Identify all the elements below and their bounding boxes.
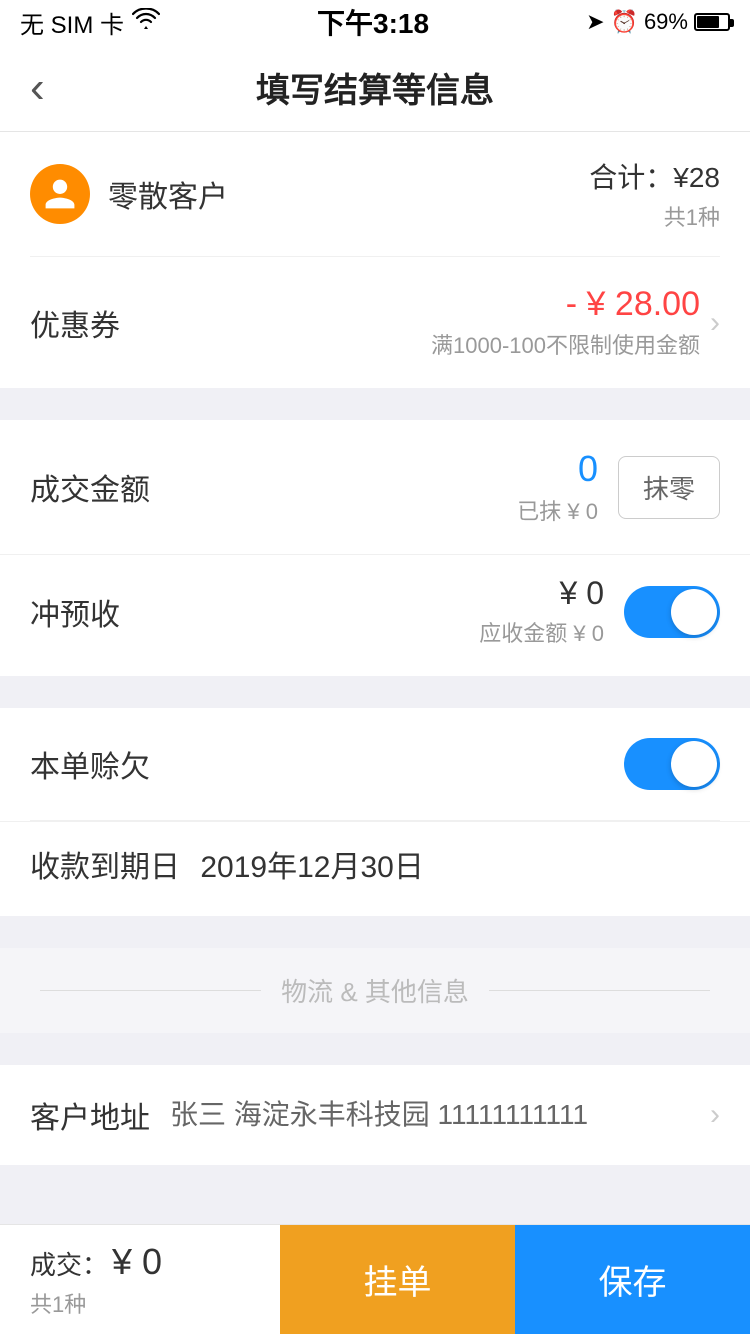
prepay-receivable: 应收金额 ¥ 0 — [479, 616, 604, 648]
prepay-label: 冲预收 — [30, 590, 120, 634]
wifi-icon — [132, 8, 160, 36]
debt-toggle-knob — [671, 741, 717, 787]
address-left: 客户地址 张三 海淀永丰科技园 11111111111 — [30, 1093, 710, 1137]
coupon-amount: - ¥ 28.00 — [431, 285, 700, 324]
deal-right: 0 已抹 ¥ 0 抹零 — [517, 448, 720, 526]
due-date-row: 收款到期日 2019年12月30日 — [0, 821, 750, 916]
debt-label: 本单赊欠 — [30, 742, 150, 786]
gray-separator-3 — [0, 932, 750, 948]
logistics-line-left — [40, 990, 261, 991]
status-right: ➤ ⏰ 69% — [586, 9, 730, 35]
alarm-icon: ⏰ — [611, 9, 638, 35]
prepay-amount: ¥ 0 — [479, 575, 604, 612]
bottom-deal-count: 共1种 — [30, 1287, 250, 1319]
gray-separator-4 — [0, 1049, 750, 1065]
bottom-deal-row: 成交： ¥ 0 — [30, 1241, 250, 1283]
customer-section: 零散客户 合计：¥28 共1种 优惠券 - ¥ 28.00 满1000-100不… — [0, 132, 750, 388]
status-left: 无 SIM 卡 — [20, 5, 160, 40]
deal-amount-wrapper: 0 已抹 ¥ 0 — [517, 448, 598, 526]
back-button[interactable]: ‹ — [30, 63, 45, 113]
prepay-right: ¥ 0 应收金额 ¥ 0 — [479, 575, 720, 648]
back-arrow-icon: ‹ — [30, 63, 45, 113]
content: 零散客户 合计：¥28 共1种 优惠券 - ¥ 28.00 满1000-100不… — [0, 132, 750, 1301]
location-icon: ➤ — [586, 9, 604, 35]
logistics-label-wrapper: 物流 & 其他信息 — [261, 972, 489, 1009]
coupon-right: - ¥ 28.00 满1000-100不限制使用金额 › — [431, 285, 720, 360]
deal-amount-row: 成交金额 0 已抹 ¥ 0 抹零 — [0, 420, 750, 554]
address-value: 张三 海淀永丰科技园 11111111111 — [170, 1093, 710, 1133]
due-date-label: 收款到期日 — [30, 851, 180, 884]
debt-row: 本单赊欠 — [0, 708, 750, 820]
round-button[interactable]: 抹零 — [618, 456, 720, 519]
prepay-toggle[interactable] — [624, 586, 720, 638]
deal-section: 成交金额 0 已抹 ¥ 0 抹零 冲预收 ¥ 0 应收金额 ¥ 0 — [0, 420, 750, 676]
coupon-row[interactable]: 优惠券 - ¥ 28.00 满1000-100不限制使用金额 › — [0, 257, 750, 388]
address-row[interactable]: 客户地址 张三 海淀永丰科技园 11111111111 › — [0, 1065, 750, 1165]
customer-right: 合计：¥28 共1种 — [589, 156, 720, 232]
deal-discounted: 已抹 ¥ 0 — [517, 494, 598, 526]
gray-separator-1 — [0, 404, 750, 420]
customer-name: 零散客户 — [108, 172, 228, 216]
bottom-deal-info: 成交： ¥ 0 共1种 — [0, 1241, 280, 1319]
total-label: 合计：¥28 — [589, 156, 720, 196]
save-button[interactable]: 保存 — [515, 1225, 750, 1334]
address-key-label: 客户地址 — [30, 1093, 150, 1137]
sim-label: 无 SIM 卡 — [20, 5, 124, 40]
prepay-amount-wrapper: ¥ 0 应收金额 ¥ 0 — [479, 575, 604, 648]
hold-button-label: 挂单 — [364, 1255, 432, 1304]
avatar — [30, 164, 90, 224]
battery-icon — [694, 13, 730, 31]
hold-button[interactable]: 挂单 — [280, 1225, 515, 1334]
chevron-right-icon: › — [710, 306, 720, 340]
logistics-line-right — [489, 990, 710, 991]
coupon-desc: 满1000-100不限制使用金额 — [431, 328, 700, 360]
address-chevron-icon: › — [710, 1098, 720, 1132]
coupon-label: 优惠券 — [30, 301, 120, 345]
customer-row: 零散客户 合计：¥28 共1种 — [0, 132, 750, 256]
save-button-label: 保存 — [599, 1255, 667, 1304]
customer-left: 零散客户 — [30, 164, 228, 224]
logistics-section: 物流 & 其他信息 — [0, 948, 750, 1033]
logistics-label: 物流 & 其他信息 — [281, 977, 469, 1007]
nav-bar: ‹ 填写结算等信息 — [0, 44, 750, 132]
due-date-value: 2019年12月30日 — [200, 851, 423, 884]
page-title: 填写结算等信息 — [256, 63, 494, 112]
debt-toggle[interactable] — [624, 738, 720, 790]
person-icon — [42, 176, 78, 212]
bottom-deal-amount: ¥ 0 — [112, 1241, 162, 1283]
deal-amount-value: 0 — [517, 448, 598, 490]
bottom-deal-label: 成交： — [30, 1245, 108, 1282]
deal-amount-label: 成交金额 — [30, 465, 150, 509]
status-bar: 无 SIM 卡 下午3:18 ➤ ⏰ 69% — [0, 0, 750, 44]
battery-percent: 69% — [644, 9, 688, 35]
bottom-bar: 成交： ¥ 0 共1种 挂单 保存 — [0, 1224, 750, 1334]
debt-section: 本单赊欠 收款到期日 2019年12月30日 — [0, 708, 750, 916]
coupon-info: - ¥ 28.00 满1000-100不限制使用金额 — [431, 285, 700, 360]
address-section: 客户地址 张三 海淀永丰科技园 11111111111 › — [0, 1065, 750, 1165]
total-count: 共1种 — [589, 200, 720, 232]
toggle-knob — [671, 589, 717, 635]
prepay-row: 冲预收 ¥ 0 应收金额 ¥ 0 — [0, 554, 750, 676]
gray-separator-2 — [0, 692, 750, 708]
status-time: 下午3:18 — [317, 2, 429, 42]
